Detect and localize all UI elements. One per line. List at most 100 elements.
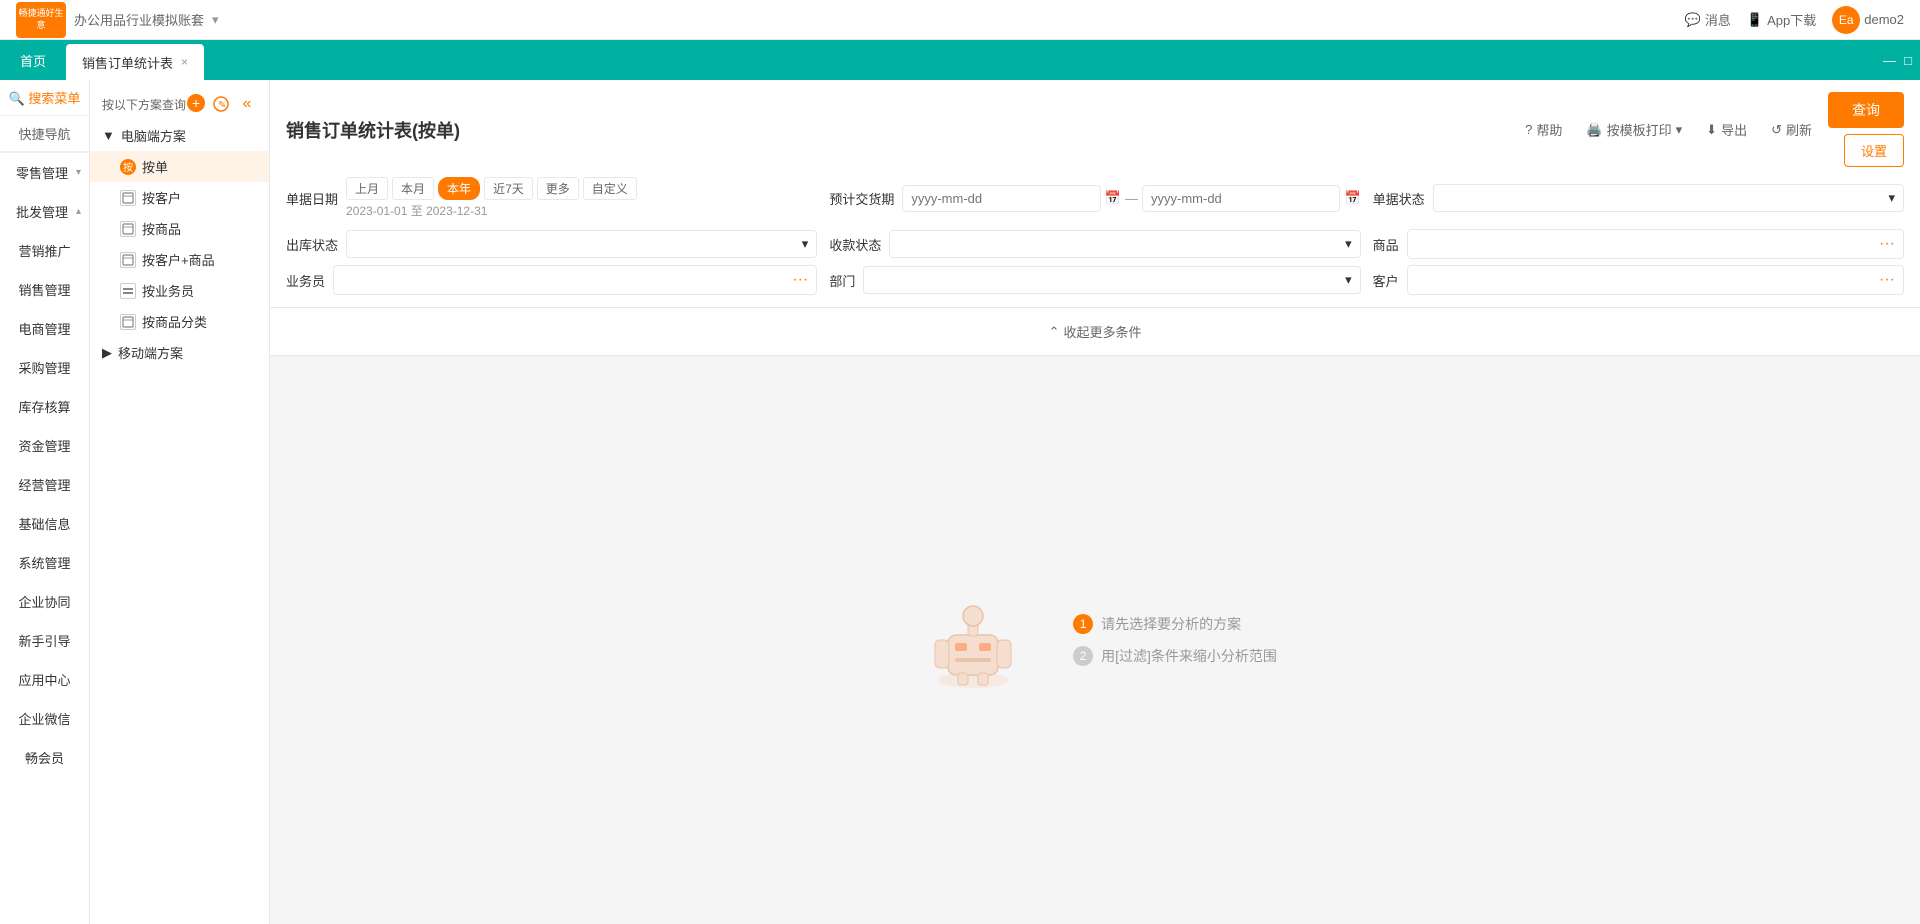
scheme-item-by-customer-goods[interactable]: 按客户+商品 [90,244,269,275]
scheme-item-by-salesperson[interactable]: 按业务员 [90,275,269,306]
filter-date: 单据日期 上月 本月 本年 近7天 更多 自定义 [286,177,817,219]
sidebar-item-inventory[interactable]: 库存核算 [0,387,89,426]
customer-select[interactable]: ··· [1407,265,1904,295]
expected-delivery-end[interactable] [1142,185,1340,212]
date-btn-this-year[interactable]: 本年 [438,177,480,200]
sidebar-item-ecommerce[interactable]: 电商管理 [0,309,89,348]
salesperson-dots[interactable]: ··· [792,271,808,289]
sidebar-item-retail-label: 零售管理 [8,163,76,182]
collapse-btn[interactable]: ⌃ 收起更多条件 [1041,314,1150,349]
date-btn-more[interactable]: 更多 [537,177,579,200]
print-btn[interactable]: 🖨️ 按模板打印 ▾ [1578,116,1690,143]
mobile-group-label: 移动端方案 [118,343,183,362]
tab-home[interactable]: 首页 [0,40,66,80]
tab-home-label: 首页 [20,51,46,70]
date-shortcuts: 上月 本月 本年 近7天 更多 自定义 [346,177,817,200]
mobile-scheme-group: ▶ 移动端方案 [90,337,269,368]
logo: 畅捷通好生意 [16,2,66,38]
goods-select[interactable]: ··· [1407,229,1904,259]
sidebar-item-purchase[interactable]: 采购管理 [0,348,89,387]
sidebar-item-wholesale[interactable]: 批发管理 ▴ [0,192,89,231]
sidebar-shortcut-label: 快捷导航 [18,127,70,142]
message-btn[interactable]: 💬 消息 [1685,10,1731,29]
sidebar-search[interactable]: 🔍 搜索菜单 [0,80,89,116]
scheme-item-by-customer[interactable]: 按客户 [90,182,269,213]
scheme-item-by-category[interactable]: 按商品分类 [90,306,269,337]
help-btn[interactable]: ? 帮助 [1517,116,1570,143]
order-status-select[interactable]: ▾ [1433,184,1904,212]
date-btn-this-month[interactable]: 本月 [392,177,434,200]
sidebar-item-apps[interactable]: 应用中心 [0,660,89,699]
sidebar-search-label: 搜索菜单 [28,91,80,106]
export-icon: ⬇ [1706,122,1717,138]
filter-row-1: 单据日期 上月 本月 本年 近7天 更多 自定义 [286,177,1904,219]
topbar-left: 畅捷通好生意 办公用品行业模拟账套 ▾ [16,2,219,38]
sidebar-item-operation-label: 经营管理 [8,475,81,494]
collapse-divider: ⌃ 收起更多条件 [270,308,1920,356]
filter-title-row: 销售订单统计表(按单) ? 帮助 🖨️ 按模板打印 ▾ ⬇ [286,92,1904,167]
date-btn-last-month[interactable]: 上月 [346,177,388,200]
shipment-arrow: ▾ [802,236,809,252]
goods-dots[interactable]: ··· [1879,235,1895,253]
salesperson-select[interactable]: ··· [333,265,817,295]
hint-text-2: 用[过滤]条件来缩小分析范围 [1101,646,1277,666]
scheme-item-label-salesperson: 按业务员 [142,281,194,300]
scheme-item-label-customer: 按客户 [142,188,181,207]
collection-select[interactable]: ▾ [889,230,1360,258]
scheme-item-by-goods[interactable]: 按商品 [90,213,269,244]
refresh-label: 刷新 [1786,120,1812,139]
tab-active[interactable]: 销售订单统计表 × [66,44,204,80]
scheme-add-btn[interactable]: + [187,94,205,112]
scheme-item-label-order: 按单 [142,157,168,176]
date-btn-7days[interactable]: 近7天 [484,177,533,200]
sidebar-item-system[interactable]: 系统管理 [0,543,89,582]
mobile-scheme-title[interactable]: ▶ 移动端方案 [90,337,269,368]
page-title: 销售订单统计表(按单) [286,117,460,143]
sidebar-item-sales[interactable]: 销售管理 [0,270,89,309]
empty-state: 1 请先选择要分析的方案 2 用[过滤]条件来缩小分析范围 [1073,614,1277,666]
sidebar-item-finance[interactable]: 资金管理 [0,426,89,465]
sidebar-item-retail[interactable]: 零售管理 ▾ [0,153,89,192]
date-btn-custom[interactable]: 自定义 [583,177,637,200]
expected-delivery-start[interactable] [902,185,1100,212]
user-profile-btn[interactable]: Ea demo2 [1832,6,1904,34]
sidebar-item-wechat[interactable]: 企业微信 [0,699,89,738]
sidebar-item-member[interactable]: 畅会员 [0,738,89,777]
export-btn[interactable]: ⬇ 导出 [1698,116,1755,143]
shipment-select[interactable]: ▾ [346,230,817,258]
collection-arrow: ▾ [1345,236,1352,252]
sidebar-item-marketing[interactable]: 营销推广 [0,231,89,270]
expected-delivery-date-group: 📅 — 📅 [902,185,1360,212]
window-maximize-btn[interactable]: □ [1904,53,1912,68]
sidebar-item-apps-label: 应用中心 [8,670,81,689]
setting-btn[interactable]: 设置 [1844,134,1904,167]
scheme-item-by-order[interactable]: 按 按单 [90,151,269,182]
hint-num-1: 1 [1073,614,1093,634]
collapse-icon: ⌃ [1049,324,1060,340]
sidebar-retail-arrow: ▾ [76,167,81,178]
department-select[interactable]: ▾ [863,266,1360,294]
scheme-item-icon-goods [120,221,136,237]
desktop-scheme-title[interactable]: ▼ 电脑端方案 [90,120,269,151]
sidebar-item-basic[interactable]: 基础信息 [0,504,89,543]
scheme-collapse-btn[interactable]: « [237,94,257,114]
sidebar-item-enterprise[interactable]: 企业协同 [0,582,89,621]
filter-left: 单据日期 上月 本月 本年 近7天 更多 自定义 [286,177,1904,295]
window-minimize-btn[interactable]: — [1883,53,1896,68]
scheme-panel-title: 按以下方案查询 [102,96,186,113]
search-btn[interactable]: 查询 [1828,92,1904,128]
scheme-edit-btn[interactable]: ✎ [211,94,231,114]
customer-dots[interactable]: ··· [1879,271,1895,289]
scheme-item-label-cg: 按客户+商品 [142,250,215,269]
app-download-btn[interactable]: 📱 App下载 [1747,10,1816,29]
calendar-icon-end: 📅 [1344,190,1360,206]
sidebar-item-sales-label: 销售管理 [8,280,81,299]
tab-close-btn[interactable]: × [181,55,188,69]
topbar-dropdown-icon[interactable]: ▾ [212,12,219,28]
refresh-btn[interactable]: ↺ 刷新 [1763,116,1820,143]
app-download-label: App下载 [1767,10,1816,29]
sidebar-shortcut[interactable]: 快捷导航 [0,116,89,152]
filter-area: 销售订单统计表(按单) ? 帮助 🖨️ 按模板打印 ▾ ⬇ [270,80,1920,308]
sidebar-item-operation[interactable]: 经营管理 [0,465,89,504]
sidebar-item-guide[interactable]: 新手引导 [0,621,89,660]
